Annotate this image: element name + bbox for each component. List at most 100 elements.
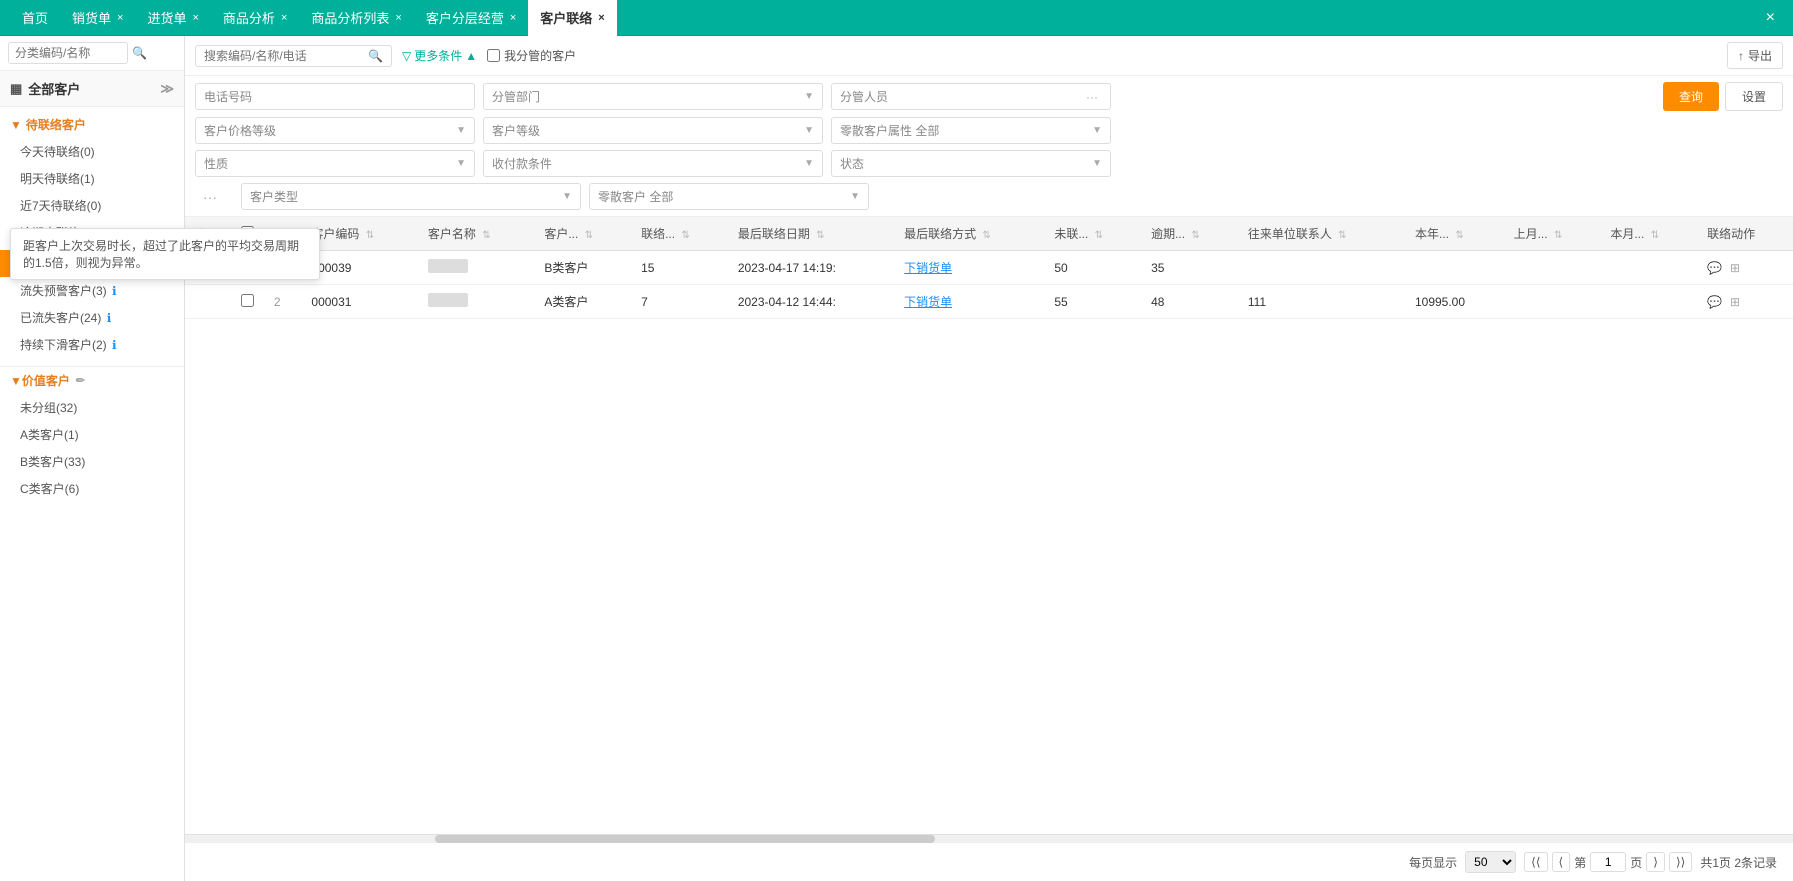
sidebar-search-input[interactable]	[8, 42, 128, 64]
prev-page-btn[interactable]: ⟨	[1552, 852, 1571, 872]
sidebar-search-icon[interactable]: 🔍	[132, 46, 147, 60]
th-this-year: 本年... ⇅	[1405, 217, 1504, 251]
action-chat-icon[interactable]: 💬	[1707, 295, 1722, 309]
row-this-year	[1405, 251, 1504, 285]
content-area: 🔍 ▽ 更多条件 ▲ 我分管的客户 ↑ 导出 电话号码	[185, 36, 1793, 881]
close-customer-layer-icon[interactable]: ×	[510, 12, 516, 24]
filter-status[interactable]: 状态 ▼	[831, 150, 1111, 177]
sort-code-icon[interactable]: ⇅	[366, 230, 374, 241]
chevron-down-type-icon: ▼	[562, 191, 572, 202]
action-qr-icon[interactable]: ⊞	[1730, 295, 1740, 309]
sidebar-all-customers-header[interactable]: ▦ 全部客户 ≫	[0, 71, 184, 107]
row-last-month	[1504, 251, 1601, 285]
chevron-up-icon: ▲	[465, 49, 477, 63]
sort-way-icon[interactable]: ⇅	[982, 230, 990, 241]
th-last-way: 最后联络方式 ⇅	[894, 217, 1044, 251]
sort-contact-icon[interactable]: ⇅	[681, 230, 689, 241]
filter-row-1: 电话号码 分管部门 ▼ 分管人员 ··· 查询 设置	[195, 82, 1783, 111]
sidebar-collapse-icon[interactable]: ≫	[160, 81, 174, 97]
last-way-link[interactable]: 下销货单	[904, 261, 952, 275]
horizontal-scrollbar[interactable]	[185, 834, 1793, 842]
filter-icon: ▽	[402, 49, 411, 63]
filter-customer-level[interactable]: 客户等级 ▼	[483, 117, 823, 144]
filter-phone[interactable]: 电话号码	[195, 83, 475, 110]
row4-more-icon[interactable]: ···	[195, 185, 225, 209]
filter-phone-input[interactable]	[256, 90, 466, 104]
close-customer-contact-icon[interactable]: ×	[598, 12, 604, 24]
arrow-down-icon2: ▼	[10, 374, 22, 388]
page-suffix-label: 页	[1630, 854, 1642, 871]
filter-payment[interactable]: 收付款条件 ▼	[483, 150, 823, 177]
search-input[interactable]	[204, 49, 364, 63]
edit-value-icon[interactable]: ✏	[76, 374, 85, 387]
th-action: 联络动作	[1697, 217, 1793, 251]
row-select-checkbox[interactable]	[241, 294, 254, 307]
action-qr-icon[interactable]: ⊞	[1730, 261, 1740, 275]
first-page-btn[interactable]: ⟨⟨	[1524, 852, 1547, 872]
nav-tab-product-analysis[interactable]: 商品分析 ×	[211, 0, 299, 36]
tooltip-abnormal: 距客户上次交易时长，超过了此客户的平均交易周期的1.5倍，则视为异常。	[10, 228, 185, 280]
sort-lmonth-icon[interactable]: ⇅	[1554, 230, 1562, 241]
nav-tab-product-list[interactable]: 商品分析列表 ×	[299, 0, 413, 36]
last-page-btn[interactable]: ⟩⟩	[1669, 852, 1692, 872]
th-unreached: 未联... ⇅	[1044, 217, 1141, 251]
close-product-analysis-icon[interactable]: ×	[281, 12, 287, 24]
sidebar-item-class-c[interactable]: C类客户(6)	[0, 475, 184, 502]
total-records-label: 共1页 2条记录	[1700, 854, 1777, 871]
sort-unreached-icon[interactable]: ⇅	[1095, 230, 1103, 241]
filter-nature[interactable]: 性质 ▼	[195, 150, 475, 177]
action-chat-icon[interactable]: 💬	[1707, 261, 1722, 275]
last-way-link[interactable]: 下销货单	[904, 295, 952, 309]
per-page-select[interactable]: 50 100 200	[1465, 851, 1516, 873]
sidebar-item-churned[interactable]: 已流失客户(24) ℹ	[0, 304, 184, 331]
row-overdue: 35	[1141, 251, 1238, 285]
sort-year-icon[interactable]: ⇅	[1455, 230, 1463, 241]
sort-unit-icon[interactable]: ⇅	[1338, 230, 1346, 241]
sort-name-icon[interactable]: ⇅	[482, 230, 490, 241]
filter-retail-attr[interactable]: 零散客户属性 全部 ▼	[831, 117, 1111, 144]
sidebar-item-churn-warning[interactable]: 流失预警客户(3) ℹ	[0, 277, 184, 304]
nav-tab-purchase[interactable]: 进货单 ×	[135, 0, 210, 36]
next-page-btn[interactable]: ⟩	[1646, 852, 1665, 872]
export-button[interactable]: ↑ 导出	[1727, 42, 1783, 69]
sidebar-group-pending[interactable]: ▼ 待联络客户	[0, 111, 184, 138]
sidebar-group-value[interactable]: ▼ 价值客户 ✏	[0, 367, 184, 394]
table-header-row: ⚙ # 客户编码 ⇅ 客户名称 ⇅ 客户... ⇅ 联络... ⇅ 最后联络日期…	[185, 217, 1793, 251]
sidebar-item-class-b[interactable]: B类客户(33)	[0, 448, 184, 475]
more-conditions-btn[interactable]: ▽ 更多条件 ▲	[402, 47, 477, 64]
row-this-month	[1600, 251, 1697, 285]
sidebar-item-class-a[interactable]: A类客户(1)	[0, 421, 184, 448]
filter-person[interactable]: 分管人员 ···	[831, 83, 1111, 110]
close-sales-icon[interactable]: ×	[117, 12, 123, 24]
sidebar-item-tomorrow[interactable]: 明天待联络(1)	[0, 165, 184, 192]
sort-overdue-icon[interactable]: ⇅	[1191, 230, 1199, 241]
sidebar-item-declining[interactable]: 持续下滑客户(2) ℹ	[0, 331, 184, 358]
page-number-input[interactable]	[1590, 852, 1626, 872]
search-input-wrap: 🔍	[195, 45, 392, 67]
filter-row-3: 性质 ▼ 收付款条件 ▼ 状态 ▼	[195, 150, 1783, 177]
sidebar-item-today[interactable]: 今天待联络(0)	[0, 138, 184, 165]
settings-button[interactable]: 设置	[1725, 82, 1783, 111]
my-customers-checkbox[interactable]	[487, 49, 500, 62]
close-purchase-icon[interactable]: ×	[192, 12, 198, 24]
search-icon[interactable]: 🔍	[368, 49, 383, 63]
nav-tab-customer-contact[interactable]: 客户联络 ×	[528, 0, 616, 36]
nav-tab-customer-layer[interactable]: 客户分层经营 ×	[414, 0, 528, 36]
filter-retail-customer[interactable]: 零散客户 全部 ▼	[589, 183, 869, 210]
sort-type-icon[interactable]: ⇅	[585, 230, 593, 241]
sort-date-icon[interactable]: ⇅	[816, 230, 824, 241]
data-table-wrapper: ⚙ # 客户编码 ⇅ 客户名称 ⇅ 客户... ⇅ 联络... ⇅ 最后联络日期…	[185, 217, 1793, 834]
sort-tmonth-icon[interactable]: ⇅	[1651, 230, 1659, 241]
sidebar-item-7days[interactable]: 近7天待联络(0)	[0, 192, 184, 219]
filter-customer-type[interactable]: 客户类型 ▼	[241, 183, 581, 210]
nav-close-all-button[interactable]: ×	[1758, 9, 1783, 27]
nav-tab-home[interactable]: 首页	[10, 0, 60, 36]
my-customers-toggle[interactable]: 我分管的客户	[487, 47, 576, 64]
query-button[interactable]: 查询	[1663, 82, 1719, 111]
close-product-list-icon[interactable]: ×	[395, 12, 401, 24]
filter-dept[interactable]: 分管部门 ▼	[483, 83, 823, 110]
nav-tab-sales[interactable]: 销货单 ×	[60, 0, 135, 36]
filter-price-level[interactable]: 客户价格等级 ▼	[195, 117, 475, 144]
horizontal-scroll-thumb[interactable]	[435, 835, 935, 843]
sidebar-item-ungrouped[interactable]: 未分组(32)	[0, 394, 184, 421]
